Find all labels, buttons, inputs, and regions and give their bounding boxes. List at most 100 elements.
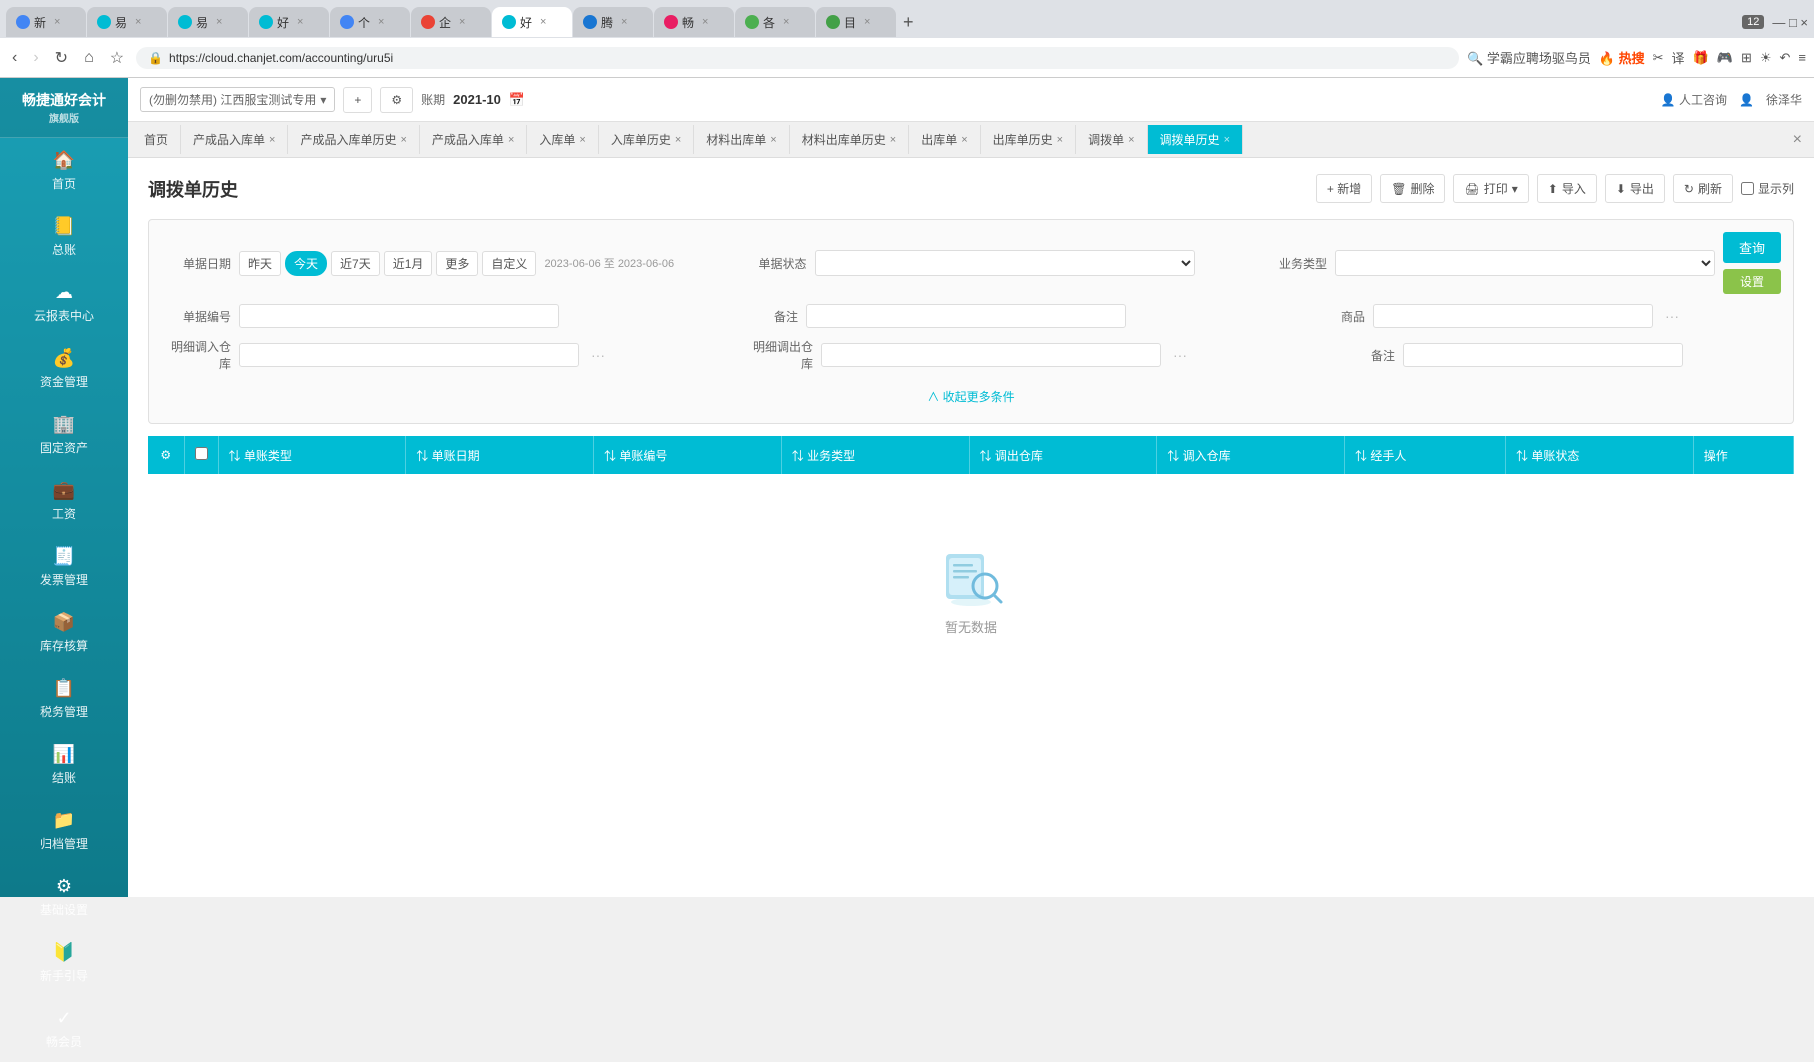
page-tab-product-in-close[interactable]: × [269,134,275,146]
page-tab-material-out-hist[interactable]: 材料出库单历史 × [790,125,909,154]
detail-out-input[interactable] [821,343,1161,367]
remark2-input[interactable] [1403,343,1683,367]
tab-close-11[interactable]: × [864,16,870,28]
page-tab-material-out-close[interactable]: × [770,134,776,146]
page-tab-inbound-close[interactable]: × [579,134,585,146]
browser-tab-8[interactable]: 腾 × [573,7,653,37]
tab-close-7[interactable]: × [540,16,546,28]
table-col-in-warehouse[interactable]: ⇅ 调入仓库 [1157,436,1345,474]
sidebar-item-home[interactable]: 🏠 首页 [0,138,128,204]
browser-tab-5[interactable]: 个 × [330,7,410,37]
refresh-button[interactable]: ↻ 刷新 [1673,174,1733,203]
browser-tab-10[interactable]: 各 × [735,7,815,37]
page-tab-inbound-hist-close[interactable]: × [675,134,681,146]
sidebar-item-tax[interactable]: 📋 税务管理 [0,666,128,732]
browser-tab-7[interactable]: 好 × [492,7,572,37]
table-col-date[interactable]: ⇅ 单账日期 [406,436,594,474]
calendar-icon[interactable]: 📅 [509,92,525,108]
tab-close-10[interactable]: × [783,16,789,28]
date-yesterday-btn[interactable]: 昨天 [239,251,281,276]
page-tab-inbound-hist[interactable]: 入库单历史 × [599,125,694,154]
biz-type-filter-select[interactable] [1335,250,1715,276]
sidebar-item-inventory[interactable]: 📦 库存核算 [0,600,128,666]
delete-button[interactable]: 🗑 删除 [1380,174,1445,203]
page-tab-home[interactable]: 首页 [132,125,181,154]
remark-input[interactable] [806,304,1126,328]
table-col-type[interactable]: ⇅ 单账类型 [218,436,406,474]
collapse-row[interactable]: ∧ 收起更多条件 [161,382,1781,411]
query-button[interactable]: 查询 [1723,232,1781,263]
date-more-btn[interactable]: 更多 [436,251,478,276]
date-1month-btn[interactable]: 近1月 [384,251,433,276]
table-col-out-warehouse[interactable]: ⇅ 调出仓库 [969,436,1157,474]
page-tab-material-out-hist-close[interactable]: × [890,134,896,146]
close-all-tabs-button[interactable]: × [1785,131,1810,149]
back-button[interactable]: ‹ [8,47,21,69]
page-tab-product-in2[interactable]: 产成品入库单 × [420,125,527,154]
forward-button[interactable]: › [29,47,42,69]
page-tab-outbound-close[interactable]: × [961,134,967,146]
new-tab-button[interactable]: + [897,12,920,33]
table-col-status[interactable]: ⇅ 单账状态 [1506,436,1694,474]
sidebar-item-report[interactable]: ☁ 云报表中心 [0,270,128,336]
browser-tab-1[interactable]: 新 × [6,7,86,37]
goods-input[interactable] [1373,304,1653,328]
page-tab-inbound[interactable]: 入库单 × [527,125,598,154]
page-tab-product-in-hist-close[interactable]: × [400,134,406,146]
settings-company-button[interactable]: ⚙ [380,87,413,113]
sidebar-item-fund[interactable]: 💰 资金管理 [0,336,128,402]
home-button[interactable]: ⌂ [80,47,98,69]
tab-close-4[interactable]: × [297,16,303,28]
add-company-button[interactable]: + [343,87,372,113]
table-col-handler[interactable]: ⇅ 经手人 [1345,436,1506,474]
doc-no-input[interactable] [239,304,559,328]
browser-tab-2[interactable]: 易 × [87,7,167,37]
url-box[interactable]: 🔒 https://cloud.chanjet.com/accounting/u… [136,47,1459,69]
goods-more-button[interactable]: ··· [1661,308,1683,324]
sidebar-item-member[interactable]: ✓ 畅会员 [0,996,128,1062]
sidebar-item-salary[interactable]: 💼 工资 [0,468,128,534]
company-selector[interactable]: (勿删勿禁用) 江西服宝测试专用 ▾ [140,87,335,112]
date-today-btn[interactable]: 今天 [285,251,327,276]
date-7days-btn[interactable]: 近7天 [331,251,380,276]
sidebar-item-guide[interactable]: 🔰 新手引导 [0,930,128,996]
bookmark-button[interactable]: ☆ [106,46,128,70]
page-tab-product-in[interactable]: 产成品入库单 × [181,125,288,154]
reload-button[interactable]: ↻ [51,46,72,70]
display-cols-checkbox[interactable] [1741,182,1754,195]
browser-tab-6[interactable]: 企 × [411,7,491,37]
tab-close-2[interactable]: × [135,16,141,28]
status-filter-select[interactable] [815,250,1195,276]
page-tab-outbound-hist[interactable]: 出库单历史 × [981,125,1076,154]
tab-close-8[interactable]: × [621,16,627,28]
browser-tab-9[interactable]: 畅 × [654,7,734,37]
browser-tab-3[interactable]: 易 × [168,7,248,37]
tab-close-5[interactable]: × [378,16,384,28]
page-tab-transfer[interactable]: 调拨单 × [1076,125,1147,154]
page-tab-product-in2-close[interactable]: × [508,134,514,146]
sidebar-item-fixed-assets[interactable]: 🏢 固定资产 [0,402,128,468]
table-col-biz-type[interactable]: ⇅ 业务类型 [781,436,969,474]
export-button[interactable]: ⬇ 导出 [1605,174,1665,203]
browser-tab-11[interactable]: 目 × [816,7,896,37]
page-tab-material-out[interactable]: 材料出库单 × [694,125,789,154]
tab-close-6[interactable]: × [459,16,465,28]
detail-in-input[interactable] [239,343,579,367]
page-tab-outbound-hist-close[interactable]: × [1057,134,1063,146]
page-tab-transfer-close[interactable]: × [1128,134,1134,146]
page-tab-outbound[interactable]: 出库单 × [909,125,980,154]
tab-close-1[interactable]: × [54,16,60,28]
sidebar-item-settle[interactable]: 📊 结账 [0,732,128,798]
import-button[interactable]: ⬆ 导入 [1537,174,1597,203]
table-checkbox-col[interactable] [184,436,218,474]
new-button[interactable]: + 新增 [1316,174,1372,203]
page-tab-product-in-hist[interactable]: 产成品入库单历史 × [288,125,419,154]
sidebar-item-ledger[interactable]: 📒 总账 [0,204,128,270]
detail-out-more-button[interactable]: ··· [1169,347,1191,363]
browser-tab-4[interactable]: 好 × [249,7,329,37]
filter-settings-button[interactable]: 设置 [1723,269,1781,294]
detail-in-more-button[interactable]: ··· [587,347,609,363]
table-col-no[interactable]: ⇅ 单账编号 [594,436,782,474]
page-tab-transfer-hist[interactable]: 调拨单历史 × [1148,125,1243,154]
table-settings-col[interactable]: ⚙ [148,436,184,474]
